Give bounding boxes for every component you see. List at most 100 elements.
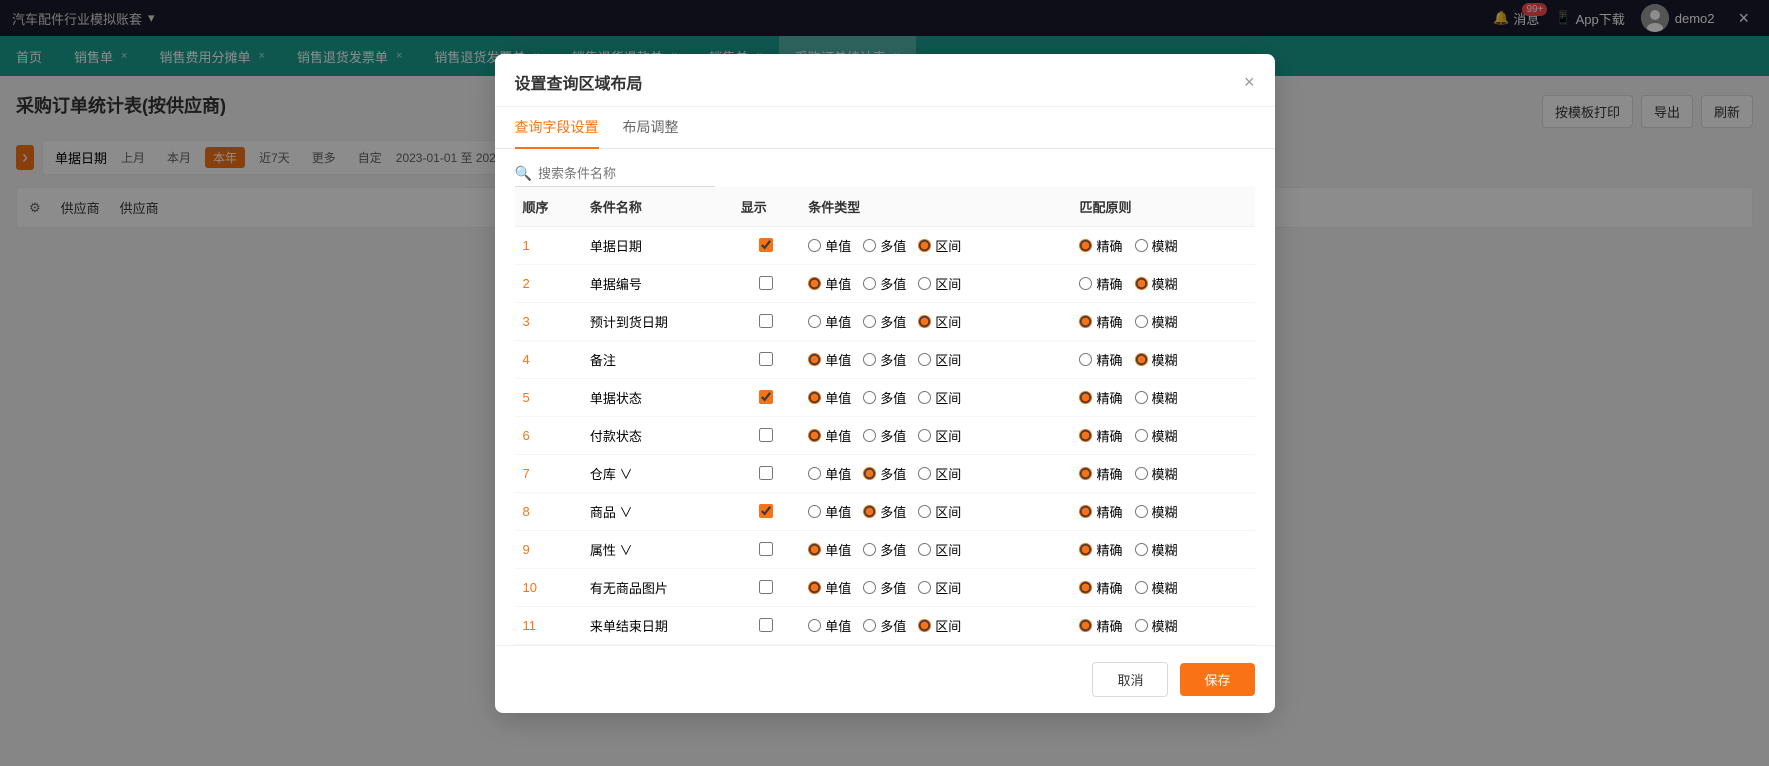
table-row: 2单据编号 单值 多值 区间 精确 模糊 xyxy=(515,264,1255,302)
row-show[interactable] xyxy=(733,340,800,378)
type-multi-radio[interactable]: 多值 xyxy=(863,464,906,483)
modal-search-area: 🔍 xyxy=(495,149,1275,187)
modal-close-button[interactable]: × xyxy=(1244,73,1255,91)
match-fuzzy-radio[interactable]: 模糊 xyxy=(1135,578,1178,597)
show-checkbox[interactable] xyxy=(759,238,773,252)
search-input[interactable] xyxy=(538,166,715,181)
show-checkbox[interactable] xyxy=(759,428,773,442)
type-single-radio[interactable]: 单值 xyxy=(808,312,851,331)
show-checkbox[interactable] xyxy=(759,542,773,556)
show-checkbox[interactable] xyxy=(759,504,773,518)
type-multi-radio[interactable]: 多值 xyxy=(863,312,906,331)
show-checkbox[interactable] xyxy=(759,618,773,632)
row-show[interactable] xyxy=(733,416,800,454)
tab-layout-adjust[interactable]: 布局调整 xyxy=(623,107,679,149)
type-range-radio[interactable]: 区间 xyxy=(918,540,961,559)
show-checkbox[interactable] xyxy=(759,276,773,290)
type-range-radio[interactable]: 区间 xyxy=(918,274,961,293)
type-multi-radio[interactable]: 多值 xyxy=(863,350,906,369)
table-row: 6付款状态 单值 多值 区间 精确 模糊 xyxy=(515,416,1255,454)
type-range-radio[interactable]: 区间 xyxy=(918,502,961,521)
modal-title: 设置查询区域布局 xyxy=(515,70,643,94)
type-multi-radio[interactable]: 多值 xyxy=(863,426,906,445)
row-show[interactable] xyxy=(733,568,800,606)
match-fuzzy-radio[interactable]: 模糊 xyxy=(1135,540,1178,559)
type-range-radio[interactable]: 区间 xyxy=(918,236,961,255)
type-single-radio[interactable]: 单值 xyxy=(808,236,851,255)
type-multi-radio[interactable]: 多值 xyxy=(863,388,906,407)
type-range-radio[interactable]: 区间 xyxy=(918,578,961,597)
show-checkbox[interactable] xyxy=(759,466,773,480)
type-multi-radio[interactable]: 多值 xyxy=(863,540,906,559)
type-multi-radio[interactable]: 多值 xyxy=(863,578,906,597)
match-exact-radio[interactable]: 精确 xyxy=(1079,388,1122,407)
row-order: 1 xyxy=(515,226,582,264)
type-range-radio[interactable]: 区间 xyxy=(918,426,961,445)
conditions-table-wrap: 顺序 条件名称 显示 条件类型 匹配原则 1单据日期 单值 多值 区间 精确 xyxy=(495,187,1275,645)
type-range-radio[interactable]: 区间 xyxy=(918,312,961,331)
row-type: 单值 多值 区间 xyxy=(800,340,1071,378)
type-range-radio[interactable]: 区间 xyxy=(918,464,961,483)
cancel-button[interactable]: 取消 xyxy=(1092,662,1168,697)
match-exact-radio[interactable]: 精确 xyxy=(1079,502,1122,521)
row-show[interactable] xyxy=(733,492,800,530)
match-exact-radio[interactable]: 精确 xyxy=(1079,540,1122,559)
type-single-radio[interactable]: 单值 xyxy=(808,464,851,483)
type-single-radio[interactable]: 单值 xyxy=(808,540,851,559)
match-fuzzy-radio[interactable]: 模糊 xyxy=(1135,350,1178,369)
match-fuzzy-radio[interactable]: 模糊 xyxy=(1135,616,1178,635)
type-single-radio[interactable]: 单值 xyxy=(808,578,851,597)
conditions-table: 顺序 条件名称 显示 条件类型 匹配原则 1单据日期 单值 多值 区间 精确 xyxy=(515,187,1255,645)
match-exact-radio[interactable]: 精确 xyxy=(1079,350,1122,369)
table-row: 4备注 单值 多值 区间 精确 模糊 xyxy=(515,340,1255,378)
row-show[interactable] xyxy=(733,302,800,340)
save-button[interactable]: 保存 xyxy=(1180,663,1254,696)
match-fuzzy-radio[interactable]: 模糊 xyxy=(1135,426,1178,445)
match-exact-radio[interactable]: 精确 xyxy=(1079,464,1122,483)
match-exact-radio[interactable]: 精确 xyxy=(1079,274,1122,293)
row-show[interactable] xyxy=(733,454,800,492)
match-exact-radio[interactable]: 精确 xyxy=(1079,312,1122,331)
match-fuzzy-radio[interactable]: 模糊 xyxy=(1135,312,1178,331)
row-show[interactable] xyxy=(733,226,800,264)
row-type: 单值 多值 区间 xyxy=(800,606,1071,644)
row-show[interactable] xyxy=(733,264,800,302)
row-order: 6 xyxy=(515,416,582,454)
type-range-radio[interactable]: 区间 xyxy=(918,616,961,635)
match-fuzzy-radio[interactable]: 模糊 xyxy=(1135,388,1178,407)
show-checkbox[interactable] xyxy=(759,314,773,328)
match-fuzzy-radio[interactable]: 模糊 xyxy=(1135,464,1178,483)
table-row: 9属性 ∨ 单值 多值 区间 精确 模糊 xyxy=(515,530,1255,568)
match-fuzzy-radio[interactable]: 模糊 xyxy=(1135,502,1178,521)
show-checkbox[interactable] xyxy=(759,390,773,404)
type-single-radio[interactable]: 单值 xyxy=(808,350,851,369)
match-exact-radio[interactable]: 精确 xyxy=(1079,616,1122,635)
type-multi-radio[interactable]: 多值 xyxy=(863,502,906,521)
match-fuzzy-radio[interactable]: 模糊 xyxy=(1135,274,1178,293)
row-show[interactable] xyxy=(733,378,800,416)
type-single-radio[interactable]: 单值 xyxy=(808,388,851,407)
modal-footer: 取消 保存 xyxy=(495,645,1275,713)
row-type: 单值 多值 区间 xyxy=(800,568,1071,606)
type-multi-radio[interactable]: 多值 xyxy=(863,616,906,635)
type-single-radio[interactable]: 单值 xyxy=(808,426,851,445)
row-show[interactable] xyxy=(733,530,800,568)
type-multi-radio[interactable]: 多值 xyxy=(863,236,906,255)
match-exact-radio[interactable]: 精确 xyxy=(1079,236,1122,255)
type-single-radio[interactable]: 单值 xyxy=(808,502,851,521)
type-range-radio[interactable]: 区间 xyxy=(918,350,961,369)
match-exact-radio[interactable]: 精确 xyxy=(1079,578,1122,597)
row-match: 精确 模糊 xyxy=(1071,606,1254,644)
table-row: 11来单结束日期 单值 多值 区间 精确 模糊 xyxy=(515,606,1255,644)
show-checkbox[interactable] xyxy=(759,352,773,366)
type-single-radio[interactable]: 单值 xyxy=(808,616,851,635)
table-row: 7仓库 ∨ 单值 多值 区间 精确 模糊 xyxy=(515,454,1255,492)
show-checkbox[interactable] xyxy=(759,580,773,594)
match-exact-radio[interactable]: 精确 xyxy=(1079,426,1122,445)
tab-query-fields[interactable]: 查询字段设置 xyxy=(515,107,599,149)
type-single-radio[interactable]: 单值 xyxy=(808,274,851,293)
row-show[interactable] xyxy=(733,606,800,644)
match-fuzzy-radio[interactable]: 模糊 xyxy=(1135,236,1178,255)
type-range-radio[interactable]: 区间 xyxy=(918,388,961,407)
type-multi-radio[interactable]: 多值 xyxy=(863,274,906,293)
